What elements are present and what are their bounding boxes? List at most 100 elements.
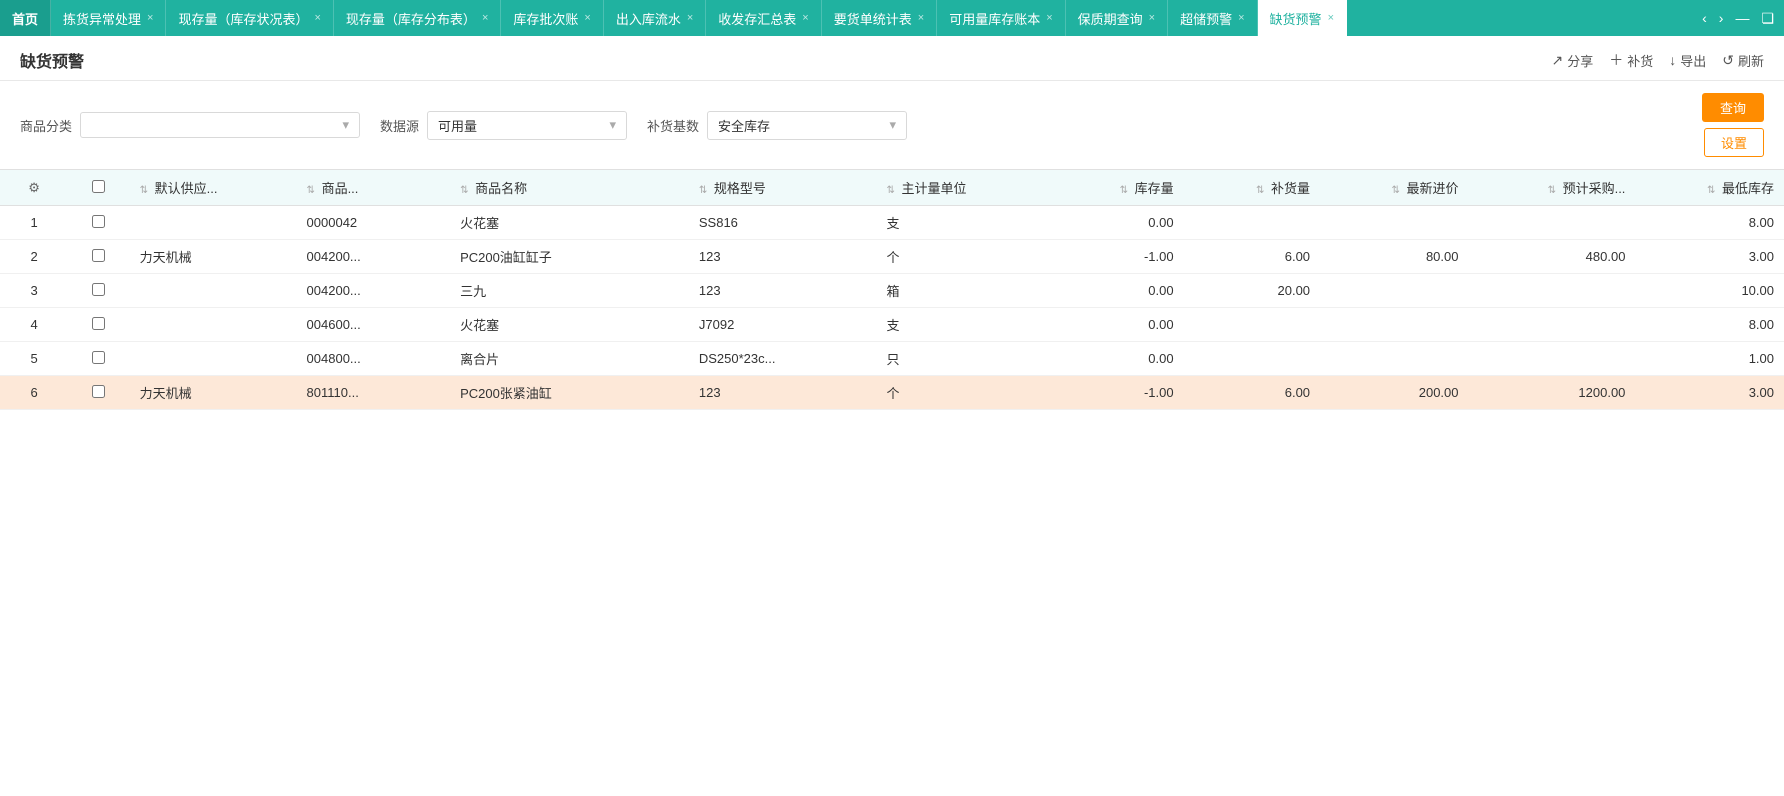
row-checkbox[interactable]	[92, 249, 105, 262]
table-row: 3 004200... 三九 123 箱 0.00 20.00 10.00	[0, 274, 1784, 308]
row-checkbox[interactable]	[92, 351, 105, 364]
column-settings-icon[interactable]: ⚙	[10, 180, 58, 196]
window-restore-button[interactable]: ❏	[1755, 8, 1780, 29]
th-est-purchase[interactable]: ⇅ 预计采购...	[1469, 170, 1636, 206]
th-min-stock-label: 最低库存	[1722, 181, 1774, 196]
tab-首页[interactable]: 首页	[0, 0, 51, 36]
cell-checkbox[interactable]	[68, 274, 129, 308]
cell-sku: 004200...	[297, 240, 451, 274]
cell-checkbox[interactable]	[68, 308, 129, 342]
cell-est-purchase: 480.00	[1469, 240, 1636, 274]
th-spec-label: 规格型号	[714, 181, 766, 196]
tab-close-icon[interactable]: ×	[918, 12, 924, 24]
table-row: 4 004600... 火花塞 J7092 支 0.00 8.00	[0, 308, 1784, 342]
table-row: 1 0000042 火花塞 SS816 支 0.00 8.00	[0, 206, 1784, 240]
settings-button[interactable]: 设置	[1704, 128, 1764, 157]
cell-checkbox[interactable]	[68, 342, 129, 376]
query-button[interactable]: 查询	[1702, 93, 1764, 122]
cell-stock: 0.00	[1047, 308, 1183, 342]
tab-label: 缺货预警	[1270, 9, 1322, 28]
latest-price-sort-icon: ⇅	[1391, 185, 1399, 196]
tab-close-icon[interactable]: ×	[1149, 12, 1155, 24]
tab-要货单统计表[interactable]: 要货单统计表×	[822, 0, 937, 36]
th-latest-price[interactable]: ⇅ 最新进价	[1320, 170, 1468, 206]
cell-restock: 20.00	[1184, 274, 1320, 308]
tab-close-icon[interactable]: ×	[1046, 12, 1052, 24]
tab-close-icon[interactable]: ×	[1328, 12, 1334, 24]
th-name[interactable]: ⇅ 商品名称	[450, 170, 689, 206]
cell-est-purchase	[1469, 308, 1636, 342]
category-label: 商品分类	[20, 116, 72, 135]
th-min-stock[interactable]: ⇅ 最低库存	[1635, 170, 1784, 206]
tab-可用量库存账本[interactable]: 可用量库存账本×	[937, 0, 1065, 36]
cell-checkbox[interactable]	[68, 206, 129, 240]
refresh-action[interactable]: ↺ 刷新	[1722, 51, 1764, 70]
tab-超储预警[interactable]: 超储预警 ×	[1168, 0, 1257, 36]
tab-prev-button[interactable]: ‹	[1696, 8, 1713, 28]
tab-保质期查询[interactable]: 保质期查询×	[1066, 0, 1168, 36]
header-actions: ↗ 分享 ＋ 补货 ↓ 导出 ↺ 刷新	[1551, 50, 1764, 70]
th-checkbox[interactable]	[68, 170, 129, 206]
tab-close-icon[interactable]: ×	[482, 12, 488, 24]
window-minimize-button[interactable]: —	[1729, 8, 1755, 28]
restock-icon: ＋	[1609, 50, 1623, 70]
tab-label: 现存量（库存状况表）	[178, 9, 308, 28]
share-action[interactable]: ↗ 分享	[1551, 51, 1593, 70]
tab-close-icon[interactable]: ×	[147, 12, 153, 24]
row-checkbox[interactable]	[92, 215, 105, 228]
th-stock[interactable]: ⇅ 库存量	[1047, 170, 1183, 206]
cell-restock	[1184, 206, 1320, 240]
restock-label: 补货	[1627, 51, 1653, 70]
cell-unit: 支	[877, 206, 1048, 240]
select-all-checkbox[interactable]	[92, 180, 105, 193]
tab-close-icon[interactable]: ×	[802, 12, 808, 24]
restock-action[interactable]: ＋ 补货	[1609, 50, 1653, 70]
page-title: 缺货预警	[20, 48, 84, 72]
th-stock-label: 库存量	[1135, 181, 1174, 196]
th-spec[interactable]: ⇅ 规格型号	[689, 170, 877, 206]
tab-label: 现存量（库存分布表）	[346, 9, 476, 28]
cell-supplier	[130, 342, 297, 376]
export-action[interactable]: ↓ 导出	[1669, 51, 1706, 70]
th-est-purchase-label: 预计采购...	[1563, 181, 1626, 196]
th-sku[interactable]: ⇅ 商品...	[297, 170, 451, 206]
cell-checkbox[interactable]	[68, 376, 129, 410]
cell-name: 火花塞	[450, 308, 689, 342]
th-restock[interactable]: ⇅ 补货量	[1184, 170, 1320, 206]
category-select[interactable]: ▾	[80, 112, 360, 138]
replenish-select[interactable]: 安全库存 ▾	[707, 111, 907, 140]
table-row: 5 004800... 离合片 DS250*23c... 只 0.00 1.00	[0, 342, 1784, 376]
datasource-select[interactable]: 可用量 ▾	[427, 111, 627, 140]
row-checkbox[interactable]	[92, 317, 105, 330]
tab-close-icon[interactable]: ×	[314, 12, 320, 24]
cell-supplier: 力天机械	[130, 240, 297, 274]
export-label: 导出	[1680, 51, 1706, 70]
tab-缺货预警[interactable]: 缺货预警 ×	[1258, 0, 1347, 36]
th-unit[interactable]: ⇅ 主计量单位	[877, 170, 1048, 206]
cell-checkbox[interactable]	[68, 240, 129, 274]
export-icon: ↓	[1669, 52, 1676, 68]
tab-close-icon[interactable]: ×	[687, 12, 693, 24]
tab-拣货异常处理[interactable]: 拣货异常处理×	[51, 0, 166, 36]
cell-supplier: 力天机械	[130, 376, 297, 410]
tab-label: 超储预警	[1180, 9, 1232, 28]
cell-min-stock: 10.00	[1635, 274, 1784, 308]
cell-latest-price: 200.00	[1320, 376, 1468, 410]
row-checkbox[interactable]	[92, 385, 105, 398]
tab-next-button[interactable]: ›	[1713, 8, 1730, 28]
th-gear[interactable]: ⚙	[0, 170, 68, 206]
cell-name: 火花塞	[450, 206, 689, 240]
tab-close-icon[interactable]: ×	[584, 12, 590, 24]
tab-现存量（库存分布表）[interactable]: 现存量（库存分布表） ×	[334, 0, 501, 36]
tab-close-icon[interactable]: ×	[1238, 12, 1244, 24]
cell-latest-price: 80.00	[1320, 240, 1468, 274]
supplier-sort-icon: ⇅	[140, 185, 148, 196]
tab-库存批次账[interactable]: 库存批次账×	[501, 0, 603, 36]
th-name-label: 商品名称	[475, 181, 527, 196]
spec-sort-icon: ⇅	[699, 185, 707, 196]
tab-现存量（库存状况表）[interactable]: 现存量（库存状况表） ×	[166, 0, 333, 36]
row-checkbox[interactable]	[92, 283, 105, 296]
tab-收发存汇总表[interactable]: 收发存汇总表×	[706, 0, 821, 36]
th-supplier[interactable]: ⇅ 默认供应...	[130, 170, 297, 206]
tab-出入库流水[interactable]: 出入库流水×	[604, 0, 706, 36]
